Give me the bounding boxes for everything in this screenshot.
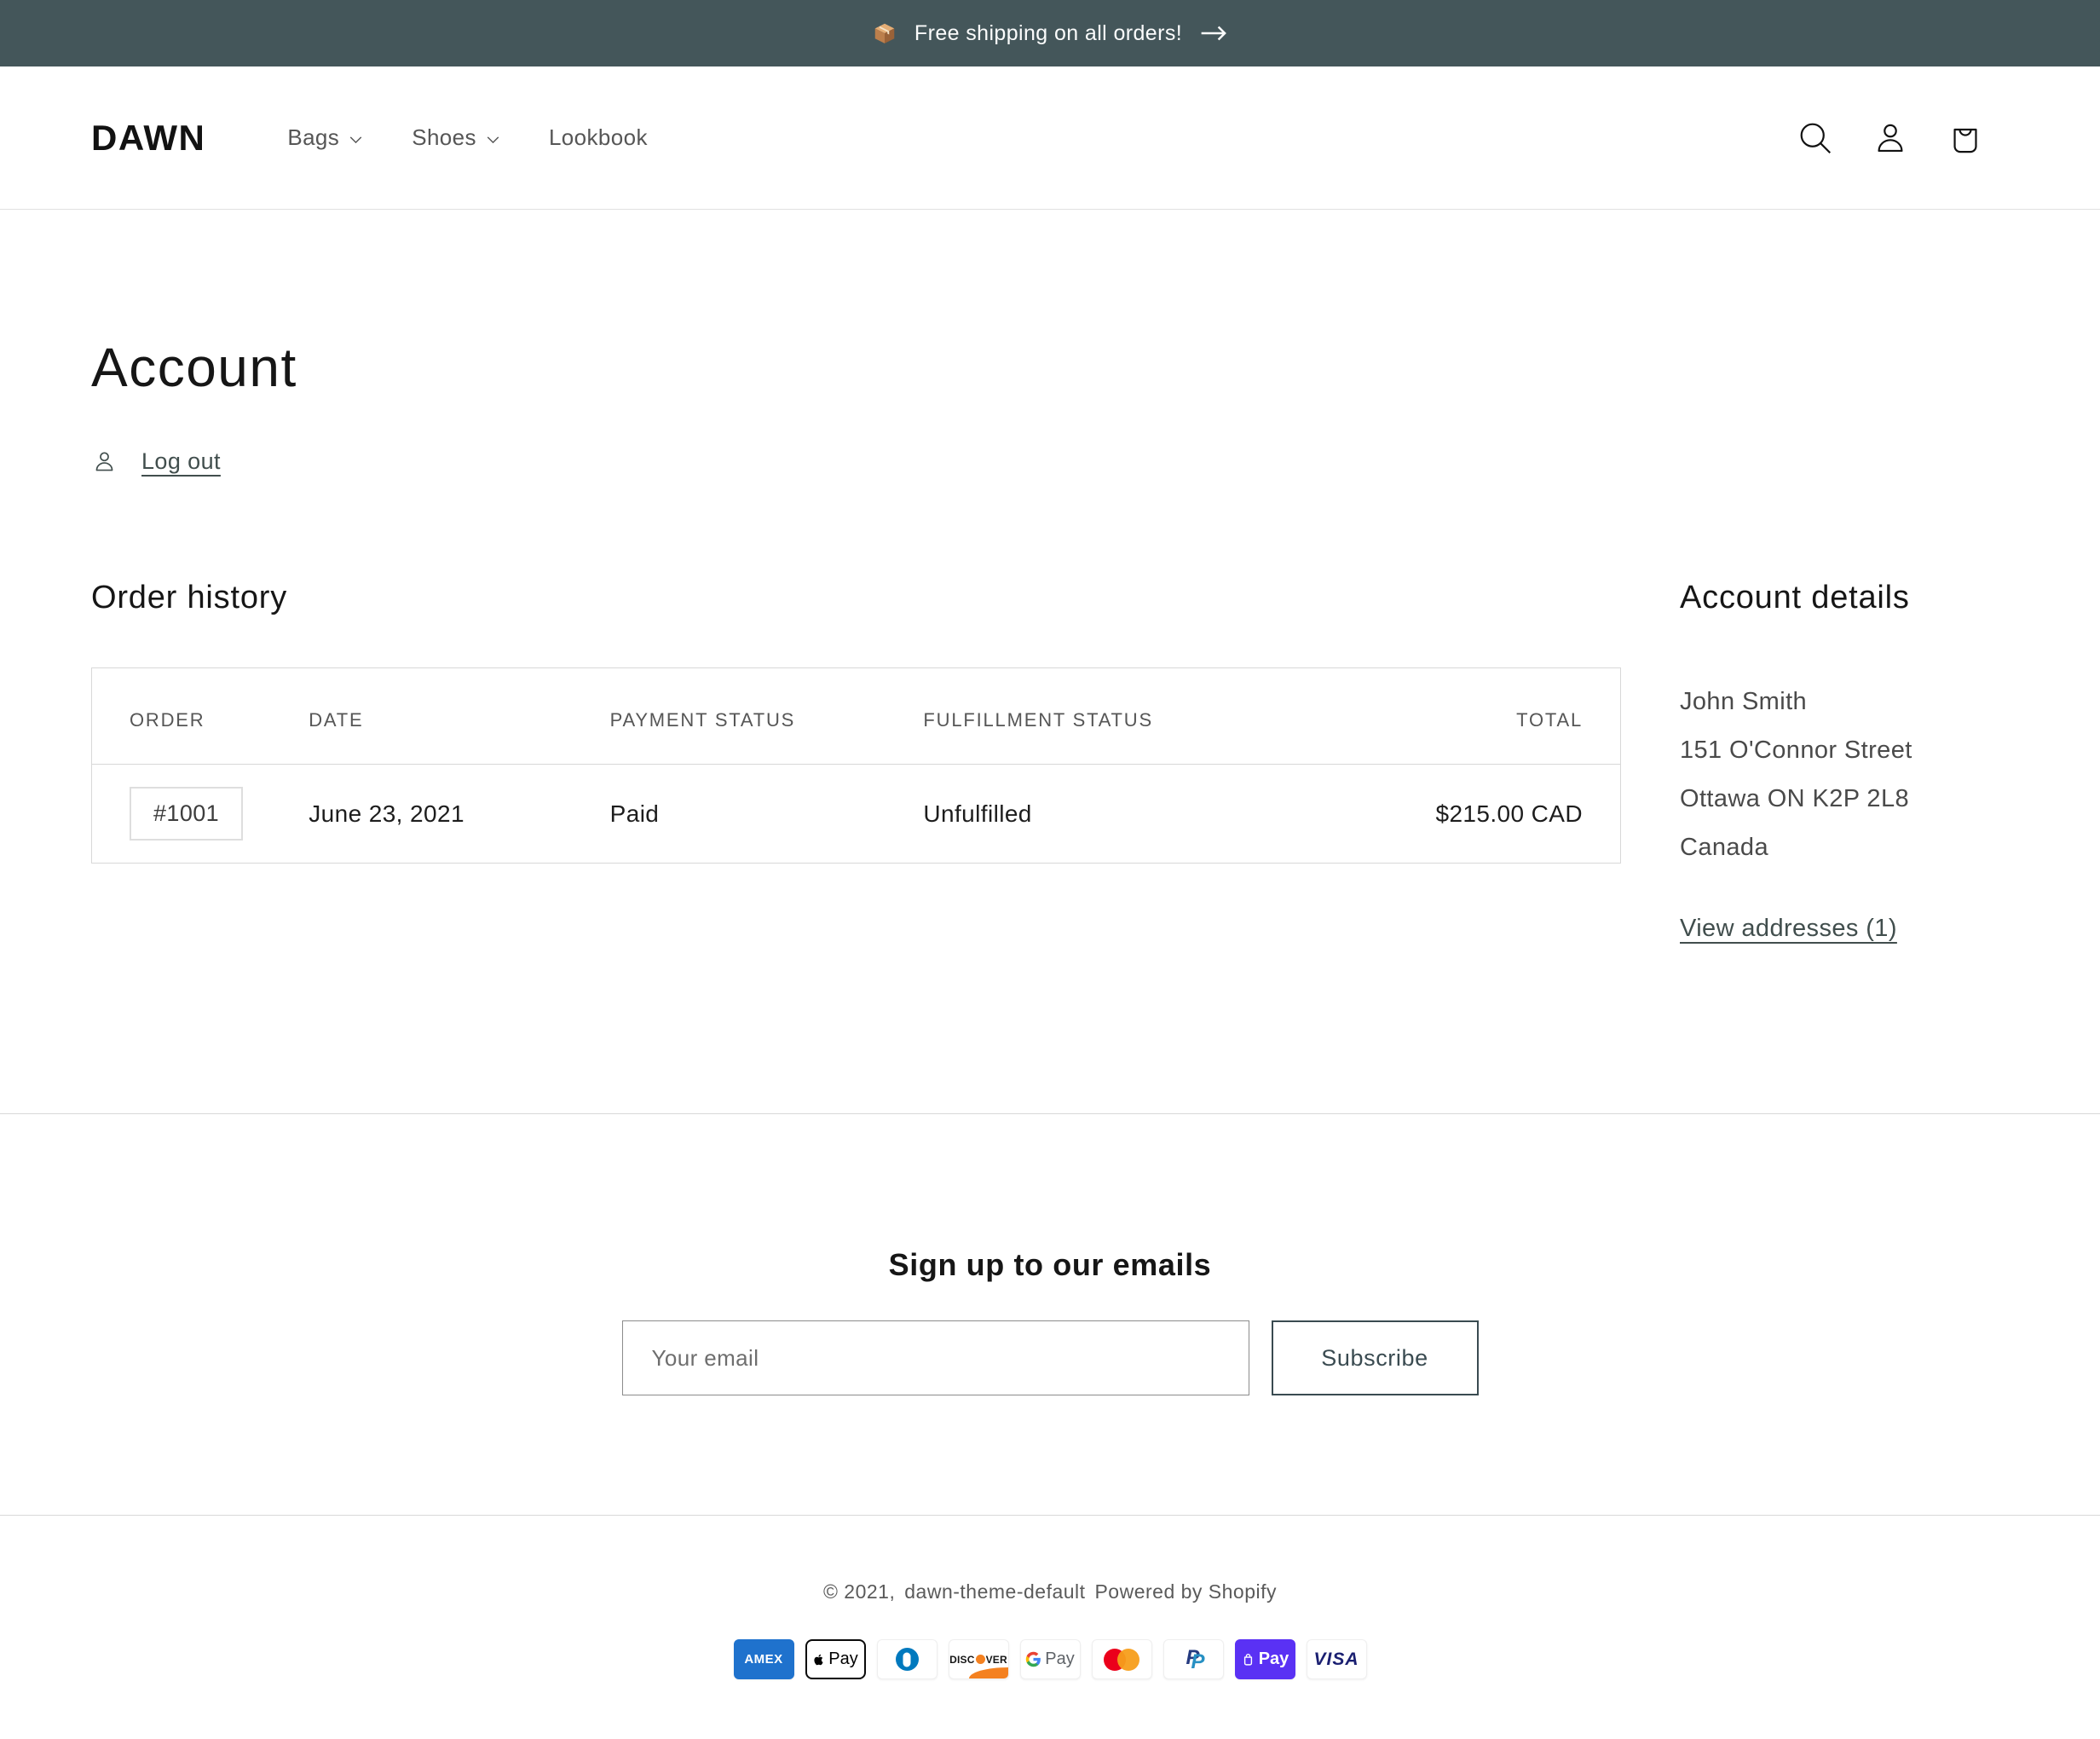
newsletter-form: Subscribe	[622, 1320, 1479, 1395]
email-input[interactable]	[622, 1320, 1249, 1395]
announcement-text: Free shipping on all orders!	[914, 21, 1182, 46]
google-g-icon	[1025, 1651, 1041, 1667]
diners-club-logo-icon	[896, 1648, 919, 1671]
default-address: John Smith 151 O'Connor Street Ottawa ON…	[1680, 678, 2009, 872]
person-icon	[91, 448, 118, 475]
view-addresses-link[interactable]: View addresses (1)	[1680, 915, 1897, 943]
newsletter-section: Sign up to our emails Subscribe	[0, 1114, 2100, 1515]
footer-bottom: © 2021, dawn-theme-default Powered by Sh…	[0, 1515, 2100, 1730]
chevron-down-icon	[487, 136, 499, 144]
subscribe-button[interactable]: Subscribe	[1272, 1320, 1479, 1395]
nav-label: Lookbook	[549, 124, 648, 151]
chevron-down-icon	[349, 136, 362, 144]
payment-icon-shop-pay: Pay	[1235, 1639, 1295, 1679]
order-date: June 23, 2021	[309, 765, 609, 864]
page-title: Account	[91, 336, 2009, 399]
account-details-heading: Account details	[1680, 580, 2009, 616]
address-city: Ottawa ON K2P 2L8	[1680, 775, 2009, 823]
cart-icon	[1946, 118, 1985, 158]
table-header-row: ORDER DATE PAYMENT STATUS FULFILLMENT ST…	[92, 668, 1621, 765]
address-country: Canada	[1680, 823, 2009, 872]
search-icon	[1796, 118, 1835, 158]
mastercard-orange-circle	[1117, 1649, 1139, 1671]
copyright: © 2021, dawn-theme-default Powered by Sh…	[0, 1580, 2100, 1603]
site-header: DAWN Bags Shoes Lookbook	[0, 66, 2100, 210]
account-columns: Order history ORDER DATE PAYMENT STATUS …	[91, 580, 2009, 943]
search-button[interactable]	[1796, 118, 1835, 158]
order-number-cell: #1001	[92, 765, 309, 864]
store-logo[interactable]: DAWN	[91, 118, 205, 159]
apple-logo-icon	[812, 1652, 825, 1667]
payment-icon-apple-pay: Pay	[805, 1639, 866, 1679]
order-history-section: Order history ORDER DATE PAYMENT STATUS …	[91, 580, 1621, 864]
site-footer: Sign up to our emails Subscribe © 2021, …	[0, 1113, 2100, 1730]
nav-item-bags[interactable]: Bags	[287, 124, 362, 151]
order-total: $215.00 CAD	[1331, 765, 1620, 864]
logout-link[interactable]: Log out	[91, 448, 221, 475]
nav-item-lookbook[interactable]: Lookbook	[549, 124, 648, 151]
account-button[interactable]	[1871, 118, 1910, 158]
arrow-right-icon	[1199, 25, 1228, 42]
order-payment-status: Paid	[610, 765, 924, 864]
newsletter-heading: Sign up to our emails	[0, 1247, 2100, 1283]
payment-icon-visa: VISA	[1307, 1639, 1367, 1679]
nav-label: Bags	[287, 124, 339, 151]
col-header-fulfillment-status: FULFILLMENT STATUS	[923, 668, 1331, 765]
order-history-table: ORDER DATE PAYMENT STATUS FULFILLMENT ST…	[91, 667, 1621, 864]
shop-bag-icon	[1241, 1651, 1255, 1667]
cart-button[interactable]	[1946, 118, 1985, 158]
discover-swoosh	[969, 1667, 1008, 1678]
payment-methods: AMEX Pay DISC VER	[0, 1639, 2100, 1679]
col-header-payment-status: PAYMENT STATUS	[610, 668, 924, 765]
package-icon	[872, 20, 897, 46]
payment-icon-mastercard	[1092, 1639, 1152, 1679]
announcement-bar[interactable]: Free shipping on all orders!	[0, 0, 2100, 66]
table-row: #1001 June 23, 2021 Paid Unfulfilled $21…	[92, 765, 1621, 864]
main-nav: Bags Shoes Lookbook	[287, 124, 648, 151]
payment-icon-google-pay: Pay	[1020, 1639, 1081, 1679]
copyright-text: © 2021,	[823, 1580, 895, 1603]
col-header-total: TOTAL	[1331, 668, 1620, 765]
account-icon	[1871, 118, 1910, 158]
main-content: Account Log out Order history ORDER DATE…	[0, 336, 2100, 1113]
payment-icon-discover: DISC VER	[949, 1639, 1009, 1679]
col-header-order: ORDER	[92, 668, 309, 765]
page: Free shipping on all orders! DAWN Bags S…	[0, 0, 2100, 1730]
order-history-heading: Order history	[91, 580, 1621, 616]
discover-o-icon	[976, 1655, 985, 1664]
address-street: 151 O'Connor Street	[1680, 726, 2009, 775]
nav-item-shoes[interactable]: Shoes	[412, 124, 499, 151]
payment-icon-diners-club	[877, 1639, 938, 1679]
account-details-section: Account details John Smith 151 O'Connor …	[1680, 580, 2009, 943]
payment-icon-paypal: P P	[1163, 1639, 1224, 1679]
header-icons	[1796, 118, 1985, 158]
logout-label: Log out	[141, 448, 221, 475]
nav-label: Shoes	[412, 124, 476, 151]
col-header-date: DATE	[309, 668, 609, 765]
order-fulfillment-status: Unfulfilled	[923, 765, 1331, 864]
order-number-link[interactable]: #1001	[130, 787, 243, 841]
shop-name-link[interactable]: dawn-theme-default	[904, 1580, 1085, 1603]
powered-by-link[interactable]: Powered by Shopify	[1094, 1580, 1277, 1603]
address-name: John Smith	[1680, 678, 2009, 726]
payment-icon-amex: AMEX	[734, 1639, 794, 1679]
